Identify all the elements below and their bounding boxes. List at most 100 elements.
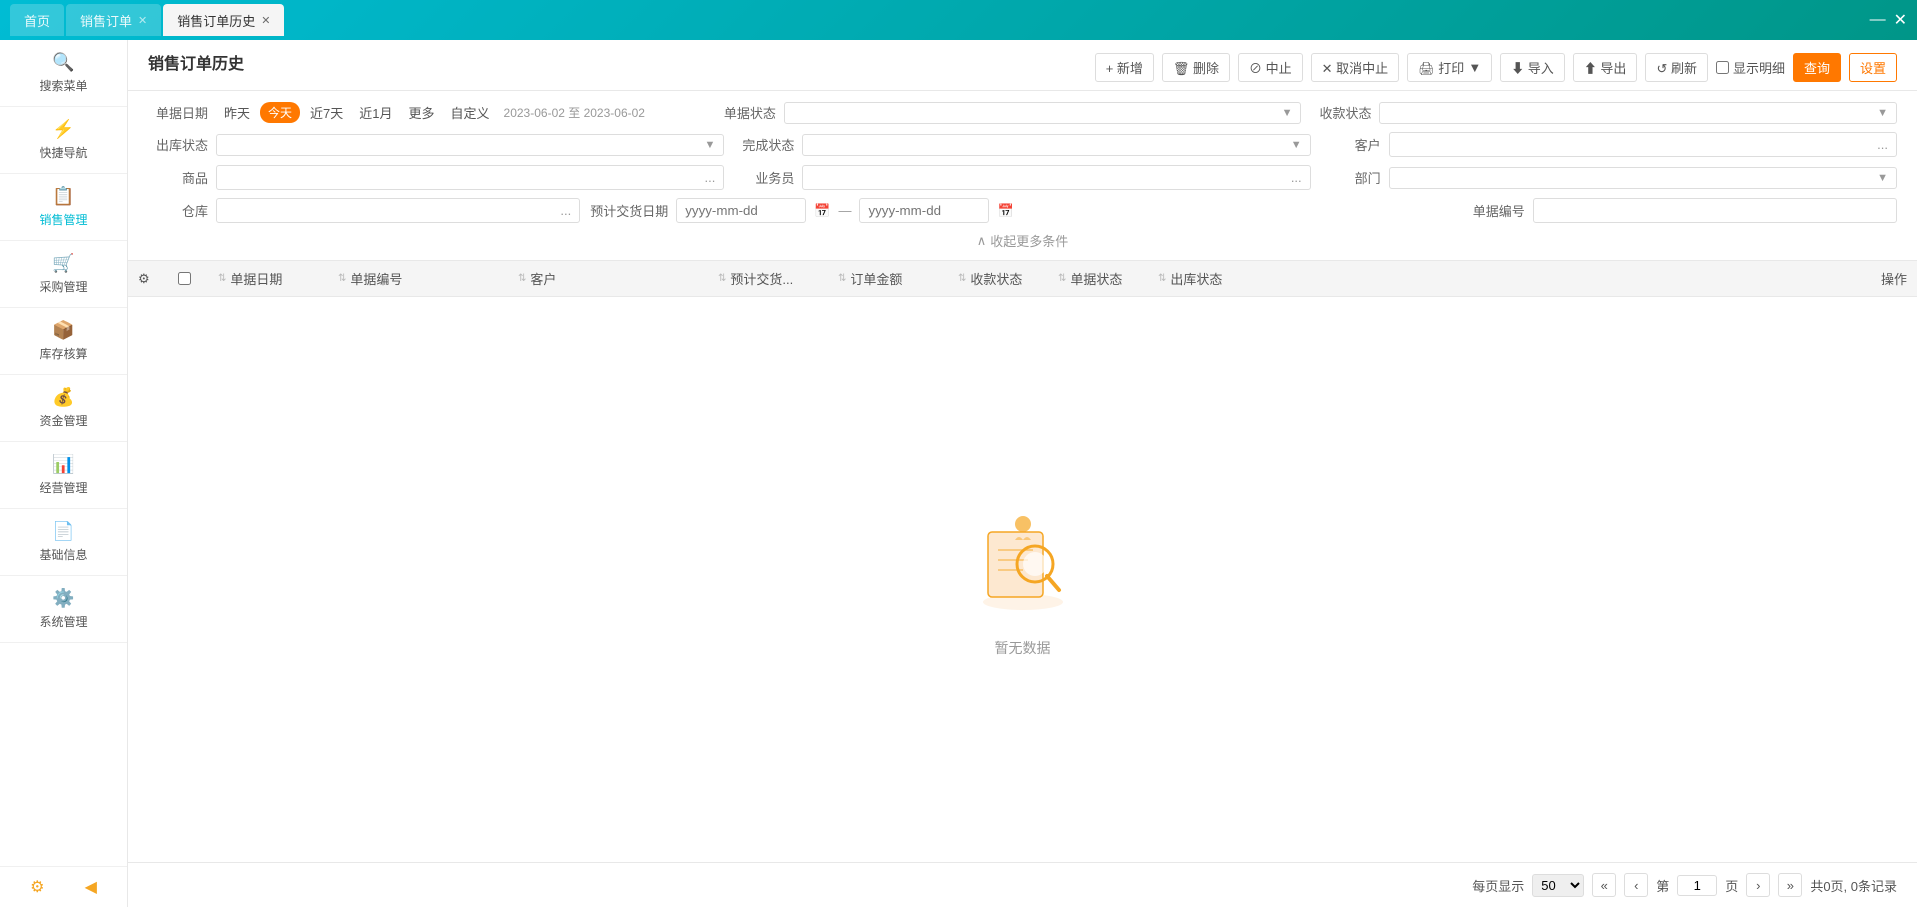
th-receipt[interactable]: ⇅ 收款状态 [948, 269, 1048, 288]
window-close[interactable]: ✕ [1894, 10, 1907, 30]
first-page-btn[interactable]: « [1592, 873, 1616, 897]
th-settings[interactable]: ⚙ [128, 269, 168, 288]
th-checkbox[interactable] [168, 269, 208, 288]
page-number-input[interactable] [1677, 875, 1717, 896]
show-detail-checkbox-label[interactable]: 显示明细 [1716, 58, 1785, 77]
th-num[interactable]: ⇅ 单据编号 [328, 269, 508, 288]
sidebar-item-purchase[interactable]: 🛒 采购管理 [0, 241, 127, 308]
sidebar-item-search[interactable]: 🔍 搜索菜单 [0, 40, 127, 107]
tab-sales-order-label: 销售订单 [80, 11, 132, 30]
date-shortcuts: 昨天 今天 近7天 近1月 更多 自定义 [218, 101, 496, 124]
tab-sales-order-close[interactable]: ✕ [138, 14, 147, 27]
complete-filter: 完成状态 ▼ [734, 134, 1310, 156]
receipt-status-select[interactable]: ▼ [1379, 102, 1897, 124]
date-filter-label: 单据日期 [148, 103, 208, 122]
stop-button[interactable]: ⊘ 中止 [1238, 53, 1303, 82]
salesperson-label: 业务员 [734, 168, 794, 187]
new-button[interactable]: + 新增 [1095, 53, 1154, 82]
show-detail-label: 显示明细 [1733, 58, 1785, 77]
sidebar-item-quick-nav[interactable]: ⚡ 快捷导航 [0, 107, 127, 174]
last-page-btn[interactable]: » [1778, 873, 1802, 897]
goods-filter: 商品 ... [148, 165, 724, 190]
warehouse-select[interactable]: ... [216, 198, 580, 223]
settings-button[interactable]: 设置 [1849, 53, 1897, 82]
sidebar-item-basic[interactable]: 📄 基础信息 [0, 509, 127, 576]
window-minimize[interactable]: — [1870, 11, 1886, 29]
tab-sales-history-label: 销售订单历史 [177, 11, 255, 30]
page-suffix: 页 [1725, 876, 1738, 895]
th-action: 操作 [1248, 269, 1917, 288]
date-yesterday[interactable]: 昨天 [218, 101, 256, 124]
th-delivery[interactable]: ⇅ 预计交货... [708, 269, 828, 288]
refresh-button[interactable]: ↺ 刷新 [1645, 53, 1708, 82]
th-order-status[interactable]: ⇅ 单据状态 [1048, 269, 1148, 288]
delivery-date-to[interactable] [859, 198, 989, 223]
warehouse-filter: 仓库 ... [148, 198, 580, 223]
delivery-date-from[interactable] [676, 198, 806, 223]
date-today[interactable]: 今天 [260, 102, 300, 123]
order-num-input[interactable] [1533, 198, 1897, 223]
sidebar-settings-icon[interactable]: ⚙ [30, 877, 44, 897]
page-title: 销售订单历史 [148, 50, 244, 74]
next-page-btn[interactable]: › [1746, 873, 1770, 897]
sort-icon-receipt: ⇅ [958, 273, 966, 284]
per-page-select[interactable]: 50 10 20 100 [1532, 874, 1584, 897]
show-detail-checkbox[interactable] [1716, 61, 1729, 74]
dept-select[interactable]: ▼ [1389, 167, 1897, 189]
goods-ellipsis: ... [704, 170, 715, 185]
content-area: 销售订单历史 + 新增 🗑 删除 ⊘ 中止 ✕ 取消中止 🖨 打印 ▼ [128, 40, 1917, 907]
date-7days[interactable]: 近7天 [304, 101, 349, 124]
sidebar-collapse-icon[interactable]: ◀ [85, 877, 97, 897]
receipt-status-filter: 收款状态 ▼ [1311, 102, 1897, 124]
complete-select[interactable]: ▼ [802, 134, 1310, 156]
search-menu-icon: 🔍 [52, 52, 74, 73]
th-date[interactable]: ⇅ 单据日期 [208, 269, 328, 288]
customer-filter: 客户 ... [1321, 132, 1897, 157]
date-1month[interactable]: 近1月 [353, 101, 398, 124]
receipt-status-arrow: ▼ [1877, 107, 1888, 119]
prev-page-btn[interactable]: ‹ [1624, 873, 1648, 897]
export-button[interactable]: ⬆ 导出 [1573, 53, 1638, 82]
stock-out-filter: 出库状态 ▼ [148, 134, 724, 156]
query-button[interactable]: 查询 [1793, 53, 1841, 82]
date-custom[interactable]: 自定义 [445, 101, 496, 124]
print-button[interactable]: 🖨 打印 ▼ [1407, 53, 1492, 82]
warehouse-label: 仓库 [148, 201, 208, 220]
per-page-label: 每页显示 [1472, 876, 1524, 895]
order-status-filter: 单据状态 ▼ [716, 102, 1302, 124]
complete-arrow: ▼ [1291, 139, 1302, 151]
goods-label: 商品 [148, 168, 208, 187]
tab-sales-order[interactable]: 销售订单 ✕ [66, 4, 161, 36]
th-customer[interactable]: ⇅ 客户 [508, 269, 708, 288]
th-stock-out[interactable]: ⇅ 出库状态 [1148, 269, 1248, 288]
quick-nav-icon: ⚡ [52, 119, 74, 140]
collapse-conditions[interactable]: ∧ 收起更多条件 [148, 231, 1897, 250]
sidebar-item-sales[interactable]: 📋 销售管理 [0, 174, 127, 241]
tab-sales-history[interactable]: 销售订单历史 ✕ [163, 4, 284, 36]
goods-select[interactable]: ... [216, 165, 724, 190]
import-button[interactable]: ⬇ 导入 [1500, 53, 1565, 82]
calendar-to-icon[interactable]: 📅 [997, 203, 1013, 219]
sort-icon-order: ⇅ [1058, 273, 1066, 284]
sidebar-item-inventory[interactable]: 📦 库存核算 [0, 308, 127, 375]
order-num-label: 单据编号 [1465, 201, 1525, 220]
tab-sales-history-close[interactable]: ✕ [261, 14, 270, 27]
delete-button[interactable]: 🗑 删除 [1162, 53, 1230, 82]
print-arrow-icon: ▼ [1468, 60, 1481, 75]
sidebar-item-finance[interactable]: 💰 资金管理 [0, 375, 127, 442]
sidebar-item-system[interactable]: ⚙️ 系统管理 [0, 576, 127, 643]
calendar-from-icon[interactable]: 📅 [814, 203, 830, 219]
stock-out-select[interactable]: ▼ [216, 134, 724, 156]
tab-home[interactable]: 首页 [10, 4, 64, 36]
cancel-stop-button[interactable]: ✕ 取消中止 [1311, 53, 1400, 82]
th-amount[interactable]: ⇅ 订单金额 [828, 269, 948, 288]
sidebar-item-operations[interactable]: 📊 经营管理 [0, 442, 127, 509]
sort-icon-num: ⇅ [338, 273, 346, 284]
customer-select[interactable]: ... [1389, 132, 1897, 157]
select-all-checkbox[interactable] [178, 272, 191, 285]
date-more[interactable]: 更多 [403, 101, 441, 124]
warehouse-ellipsis: ... [560, 203, 571, 218]
salesperson-select[interactable]: ... [802, 165, 1310, 190]
order-status-select[interactable]: ▼ [784, 102, 1302, 124]
finance-icon: 💰 [52, 387, 74, 408]
